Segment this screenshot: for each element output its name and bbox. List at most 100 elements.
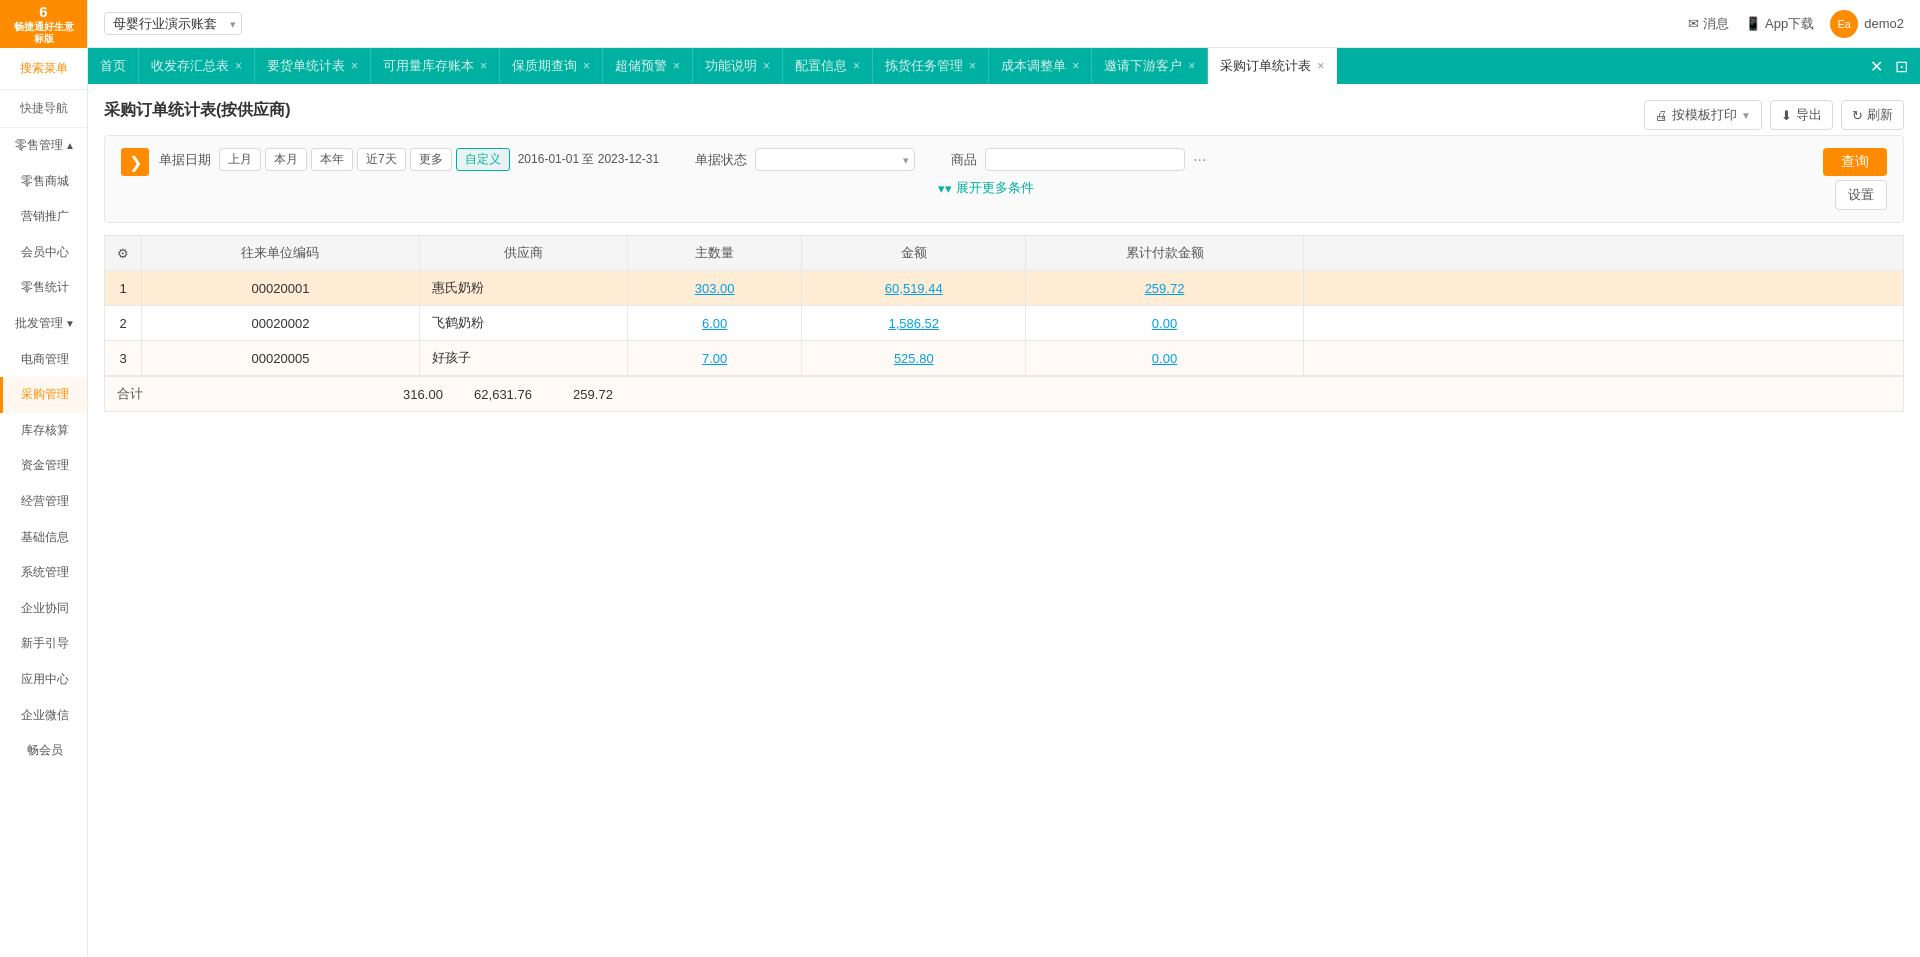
export-btn[interactable]: ⬇ 导出 (1770, 100, 1833, 130)
table-row[interactable]: 3 00020005 好孩子 7.00 525.80 0.00 (105, 341, 1904, 376)
row-qty[interactable]: 303.00 (627, 271, 802, 306)
col-settings[interactable]: ⚙ (105, 236, 142, 271)
tab-yaohuodanjizong[interactable]: 要货单统计表 × (255, 48, 371, 84)
tab-close-icon[interactable]: × (583, 59, 590, 73)
sidebar-item-system[interactable]: 系统管理 (0, 555, 87, 591)
date-btn-more[interactable]: 更多 (410, 148, 452, 171)
export-icon: ⬇ (1781, 108, 1792, 123)
tab-close-icon[interactable]: × (235, 59, 242, 73)
tab-close-icon[interactable]: × (351, 59, 358, 73)
sidebar-item-newguide[interactable]: 新手引导 (0, 626, 87, 662)
filter-collapse-btn[interactable]: ❯ (121, 148, 149, 176)
date-btn-last-month[interactable]: 上月 (219, 148, 261, 171)
row-index: 3 (105, 341, 142, 376)
row-amount[interactable]: 1,586.52 (802, 306, 1026, 341)
tab-close-icon[interactable]: × (1072, 59, 1079, 73)
date-btn-7days[interactable]: 近7天 (357, 148, 406, 171)
query-btn[interactable]: 查询 (1823, 148, 1887, 176)
row-paid[interactable]: 259.72 (1026, 271, 1304, 306)
sidebar-item-retail-shop[interactable]: 零售商城 (0, 164, 87, 200)
page-header-area: 采购订单统计表(按供应商) 🖨 按模板打印 ▼ ⬇ 导出 ↻ 刷新 (104, 100, 1904, 121)
sidebar-item-retail-manage[interactable]: 零售管理 ▲ (0, 128, 87, 164)
tab-label: 成本调整单 (1001, 57, 1066, 75)
sidebar-item-purchase[interactable]: 采购管理 (0, 377, 87, 413)
sidebar-item-label: 企业微信 (21, 708, 69, 724)
sidebar-item-appcenter[interactable]: 应用中心 (0, 662, 87, 698)
row-paid[interactable]: 0.00 (1026, 341, 1304, 376)
sidebar-item-retail-stat[interactable]: 零售统计 (0, 270, 87, 306)
message-icon: ✉ (1688, 16, 1699, 31)
user-profile-btn[interactable]: Ea demo2 (1830, 10, 1904, 38)
sidebar-item-basic[interactable]: 基础信息 (0, 520, 87, 556)
tab-keyongliang[interactable]: 可用量库存账本 × (371, 48, 500, 84)
workspace-select-wrapper: 母婴行业演示账套 (104, 12, 242, 35)
tab-caigou[interactable]: 采购订单统计表 × (1208, 48, 1337, 84)
tab-chaoyupre[interactable]: 超储预警 × (603, 48, 693, 84)
date-filter-label: 单据日期 (159, 151, 211, 169)
status-select-wrapper (755, 148, 915, 171)
date-btn-this-month[interactable]: 本月 (265, 148, 307, 171)
message-btn[interactable]: ✉ 消息 (1688, 15, 1729, 33)
row-amount[interactable]: 60,519.44 (802, 271, 1026, 306)
tab-close-icon[interactable]: × (480, 59, 487, 73)
sidebar-quicknav-btn[interactable]: 快捷导航 (0, 94, 87, 123)
tab-baozhi[interactable]: 保质期查询 × (500, 48, 603, 84)
workspace-select[interactable]: 母婴行业演示账套 (104, 12, 242, 35)
tab-pihuo[interactable]: 拣货任务管理 × (873, 48, 989, 84)
tab-maximize-btn[interactable]: ⊡ (1891, 55, 1912, 78)
goods-more-icon[interactable]: ··· (1193, 151, 1206, 169)
tab-chengben[interactable]: 成本调整单 × (989, 48, 1092, 84)
export-label: 导出 (1796, 106, 1822, 124)
sidebar-item-batch[interactable]: 批发管理 ▼ (0, 306, 87, 342)
app-download-label: App下载 (1765, 15, 1814, 33)
tab-label: 要货单统计表 (267, 57, 345, 75)
tab-close-icon[interactable]: × (1188, 59, 1195, 73)
tab-close-icon[interactable]: × (1317, 59, 1324, 73)
row-paid[interactable]: 0.00 (1026, 306, 1304, 341)
sidebar-item-finance[interactable]: 资金管理 (0, 448, 87, 484)
row-supplier: 飞鹤奶粉 (419, 306, 627, 341)
goods-input[interactable] (985, 148, 1185, 171)
row-amount[interactable]: 525.80 (802, 341, 1026, 376)
tab-shoufahuizong[interactable]: 收发存汇总表 × (139, 48, 255, 84)
sidebar-item-member[interactable]: 会员中心 (0, 235, 87, 271)
tab-close-icon[interactable]: × (763, 59, 770, 73)
sidebar-item-label: 系统管理 (21, 565, 69, 581)
sidebar-item-operations[interactable]: 经营管理 (0, 484, 87, 520)
refresh-btn[interactable]: ↻ 刷新 (1841, 100, 1904, 130)
tab-close-window-btn[interactable]: ✕ (1866, 55, 1887, 78)
sidebar-item-member2[interactable]: 畅会员 (0, 733, 87, 769)
sidebar-item-inventory[interactable]: 库存核算 (0, 413, 87, 449)
date-btn-custom[interactable]: 自定义 (456, 148, 510, 171)
date-btn-this-year[interactable]: 本年 (311, 148, 353, 171)
tab-close-icon[interactable]: × (853, 59, 860, 73)
row-qty[interactable]: 7.00 (627, 341, 802, 376)
tab-home[interactable]: 首页 (88, 48, 139, 84)
tab-close-icon[interactable]: × (969, 59, 976, 73)
logo-subtext: 标版 (14, 33, 74, 45)
topbar-left: 母婴行业演示账套 (104, 12, 242, 35)
print-btn[interactable]: 🖨 按模板打印 ▼ (1644, 100, 1762, 130)
print-arrow-icon: ▼ (1741, 110, 1751, 121)
app-download-btn[interactable]: 📱 App下载 (1745, 15, 1814, 33)
sidebar-item-marketing[interactable]: 营销推广 (0, 199, 87, 235)
table-row[interactable]: 1 00020001 惠氏奶粉 303.00 60,519.44 259.72 (105, 271, 1904, 306)
data-table: ⚙ 往来单位编码 供应商 主数量 金额 累计付款金额 1 00020001 惠氏… (104, 235, 1904, 376)
sidebar-item-corpwechat[interactable]: 企业微信 (0, 698, 87, 734)
tab-label: 功能说明 (705, 57, 757, 75)
sidebar-item-ecom[interactable]: 电商管理 (0, 342, 87, 378)
tab-yaoqing[interactable]: 邀请下游客户 × (1092, 48, 1208, 84)
status-select[interactable] (755, 148, 915, 171)
filter-right-btns: 查询 设置 (1823, 148, 1887, 210)
settings-btn[interactable]: 设置 (1835, 180, 1887, 210)
table-row[interactable]: 2 00020002 飞鹤奶粉 6.00 1,586.52 0.00 (105, 306, 1904, 341)
tab-gongneng[interactable]: 功能说明 × (693, 48, 783, 84)
logo-text: 畅捷通好生意 (14, 21, 74, 33)
filter-wrapper: ❯ 单据日期 上月 本月 本年 近7天 更多 自定义 (121, 148, 1887, 210)
expand-more-btn[interactable]: ▾▾ 展开更多条件 (159, 179, 1813, 197)
sidebar-search-btn[interactable]: 搜索菜单 (6, 56, 81, 81)
tab-close-icon[interactable]: × (673, 59, 680, 73)
sidebar-item-enterprise[interactable]: 企业协同 (0, 591, 87, 627)
row-qty[interactable]: 6.00 (627, 306, 802, 341)
tab-peizhi[interactable]: 配置信息 × (783, 48, 873, 84)
